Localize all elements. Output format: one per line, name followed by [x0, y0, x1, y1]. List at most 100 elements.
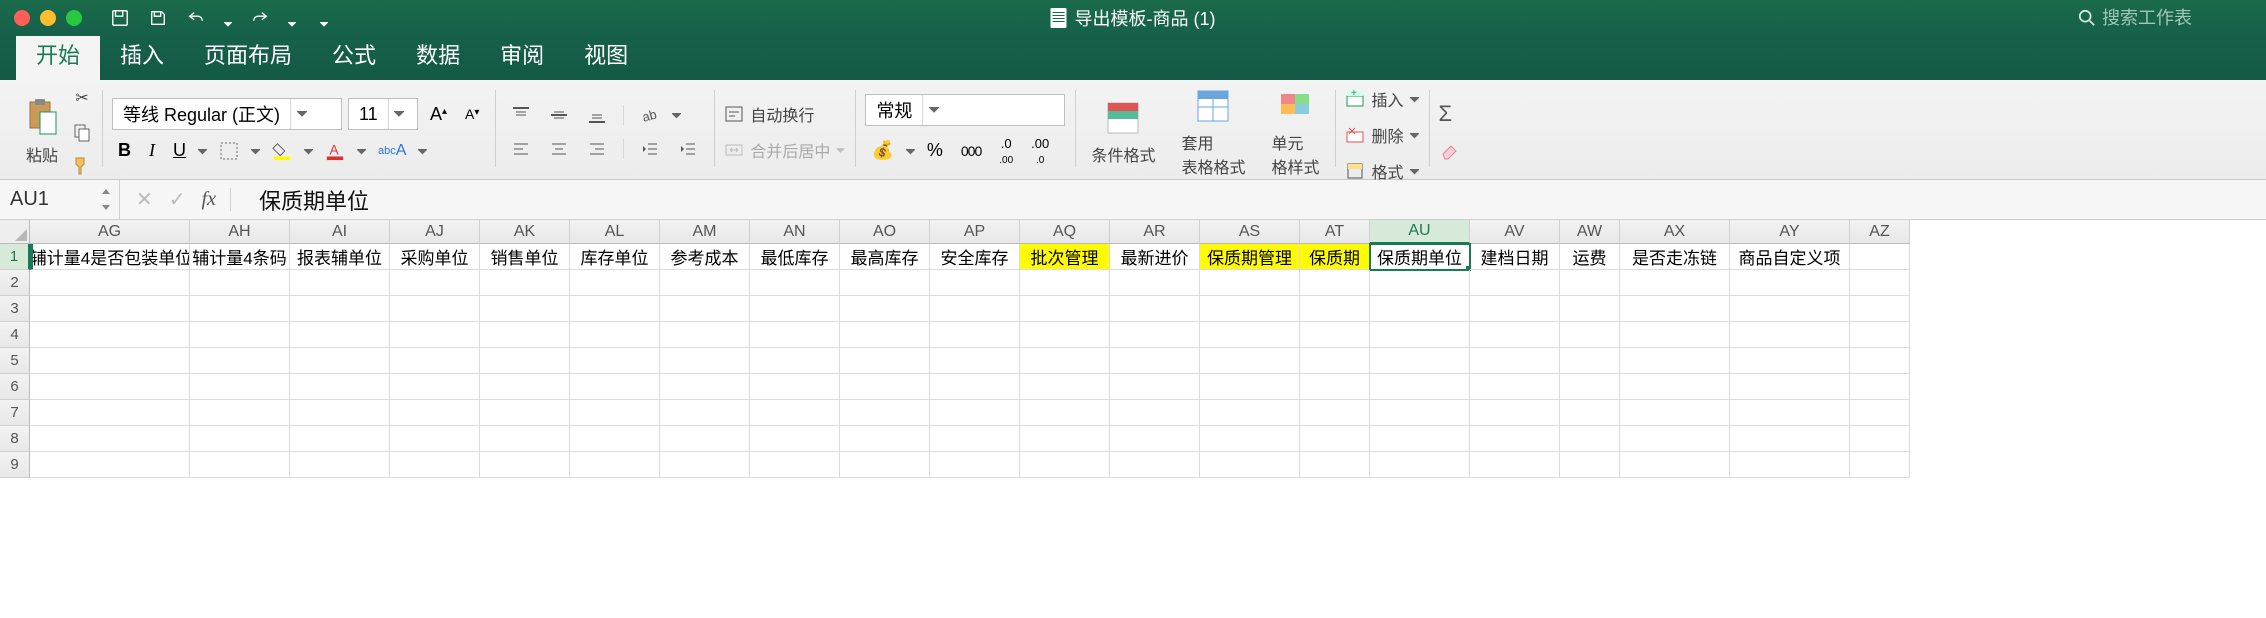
tab-review[interactable]: 审阅 — [480, 30, 564, 80]
cell-AO2[interactable] — [840, 270, 930, 296]
cell-AK8[interactable] — [480, 426, 570, 452]
cell-AH5[interactable] — [190, 348, 290, 374]
percent-button[interactable]: % — [921, 136, 949, 165]
underline-dropdown[interactable] — [198, 142, 207, 160]
cell-AY1[interactable]: 商品自定义项 — [1730, 244, 1850, 270]
cell-AQ2[interactable] — [1020, 270, 1110, 296]
cell-AH3[interactable] — [190, 296, 290, 322]
tab-data[interactable]: 数据 — [396, 30, 480, 80]
cell-AY7[interactable] — [1730, 400, 1850, 426]
column-header-AG[interactable]: AG — [30, 220, 190, 244]
autosave-icon[interactable] — [110, 8, 130, 28]
phonetic-dropdown[interactable] — [418, 142, 427, 160]
cell-AU5[interactable] — [1370, 348, 1470, 374]
cell-AM1[interactable]: 参考成本 — [660, 244, 750, 270]
align-middle-button[interactable] — [543, 101, 575, 129]
cell-AN9[interactable] — [750, 452, 840, 478]
column-header-AX[interactable]: AX — [1620, 220, 1730, 244]
format-cells-dropdown[interactable] — [1410, 162, 1419, 180]
search-input[interactable] — [2102, 8, 2252, 29]
cell-AP2[interactable] — [930, 270, 1020, 296]
column-header-AS[interactable]: AS — [1200, 220, 1300, 244]
tab-formulas[interactable]: 公式 — [312, 30, 396, 80]
orientation-button[interactable]: ab — [634, 101, 666, 129]
cell-AG5[interactable] — [30, 348, 190, 374]
cell-AW5[interactable] — [1560, 348, 1620, 374]
column-header-AM[interactable]: AM — [660, 220, 750, 244]
cell-AU3[interactable] — [1370, 296, 1470, 322]
cell-AT3[interactable] — [1300, 296, 1370, 322]
italic-button[interactable]: I — [143, 136, 161, 165]
cell-AI6[interactable] — [290, 374, 390, 400]
align-right-button[interactable] — [581, 135, 613, 163]
font-size-dropdown[interactable] — [388, 99, 410, 129]
cell-AI2[interactable] — [290, 270, 390, 296]
cell-AH7[interactable] — [190, 400, 290, 426]
cell-AG9[interactable] — [30, 452, 190, 478]
column-header-AQ[interactable]: AQ — [1020, 220, 1110, 244]
cell-AK4[interactable] — [480, 322, 570, 348]
cell-AX6[interactable] — [1620, 374, 1730, 400]
cell-AV9[interactable] — [1470, 452, 1560, 478]
number-format-dropdown[interactable] — [922, 95, 944, 125]
wrap-text-button[interactable]: 自动换行 — [724, 99, 845, 129]
cell-AN4[interactable] — [750, 322, 840, 348]
column-header-AZ[interactable]: AZ — [1850, 220, 1910, 244]
cell-AW4[interactable] — [1560, 322, 1620, 348]
cell-AT1[interactable]: 保质期 — [1300, 244, 1370, 270]
cell-AZ7[interactable] — [1850, 400, 1910, 426]
cell-AO5[interactable] — [840, 348, 930, 374]
cell-AG4[interactable] — [30, 322, 190, 348]
cell-AI3[interactable] — [290, 296, 390, 322]
cell-AT2[interactable] — [1300, 270, 1370, 296]
cell-AP3[interactable] — [930, 296, 1020, 322]
column-header-AY[interactable]: AY — [1730, 220, 1850, 244]
cell-AJ6[interactable] — [390, 374, 480, 400]
cell-AJ1[interactable]: 采购单位 — [390, 244, 480, 270]
column-header-AW[interactable]: AW — [1560, 220, 1620, 244]
cell-AJ9[interactable] — [390, 452, 480, 478]
cell-AI5[interactable] — [290, 348, 390, 374]
font-size-combo[interactable]: 11 — [348, 98, 418, 130]
name-box[interactable]: AU1 — [0, 180, 120, 219]
cell-AM3[interactable] — [660, 296, 750, 322]
cell-AM5[interactable] — [660, 348, 750, 374]
cell-AI4[interactable] — [290, 322, 390, 348]
cell-AX8[interactable] — [1620, 426, 1730, 452]
undo-dropdown[interactable] — [224, 14, 232, 22]
clear-button[interactable] — [1439, 135, 1459, 165]
cell-AX5[interactable] — [1620, 348, 1730, 374]
cell-AV5[interactable] — [1470, 348, 1560, 374]
cell-AS1[interactable]: 保质期管理 — [1200, 244, 1300, 270]
cell-AY5[interactable] — [1730, 348, 1850, 374]
cell-AW6[interactable] — [1560, 374, 1620, 400]
currency-button[interactable]: 💰 — [865, 136, 899, 165]
cell-AM9[interactable] — [660, 452, 750, 478]
cell-AP1[interactable]: 安全库存 — [930, 244, 1020, 270]
cell-AP4[interactable] — [930, 322, 1020, 348]
cell-AT4[interactable] — [1300, 322, 1370, 348]
cell-AQ9[interactable] — [1020, 452, 1110, 478]
insert-cells-button[interactable]: + 插入 — [1345, 84, 1418, 114]
cell-AG6[interactable] — [30, 374, 190, 400]
cell-AR6[interactable] — [1110, 374, 1200, 400]
cell-AR3[interactable] — [1110, 296, 1200, 322]
confirm-formula-button[interactable]: ✓ — [169, 187, 186, 212]
fill-color-button[interactable] — [266, 137, 298, 165]
cell-AU4[interactable] — [1370, 322, 1470, 348]
delete-cells-dropdown[interactable] — [1410, 126, 1419, 144]
row-header-6[interactable]: 6 — [0, 374, 30, 400]
cell-AN1[interactable]: 最低库存 — [750, 244, 840, 270]
cell-AZ5[interactable] — [1850, 348, 1910, 374]
cell-AN6[interactable] — [750, 374, 840, 400]
row-header-7[interactable]: 7 — [0, 400, 30, 426]
cell-AU9[interactable] — [1370, 452, 1470, 478]
cell-AZ9[interactable] — [1850, 452, 1910, 478]
cell-AS8[interactable] — [1200, 426, 1300, 452]
borders-button[interactable] — [213, 137, 245, 165]
cell-AH9[interactable] — [190, 452, 290, 478]
cell-AJ2[interactable] — [390, 270, 480, 296]
cell-AK6[interactable] — [480, 374, 570, 400]
cell-AK9[interactable] — [480, 452, 570, 478]
cell-AL3[interactable] — [570, 296, 660, 322]
